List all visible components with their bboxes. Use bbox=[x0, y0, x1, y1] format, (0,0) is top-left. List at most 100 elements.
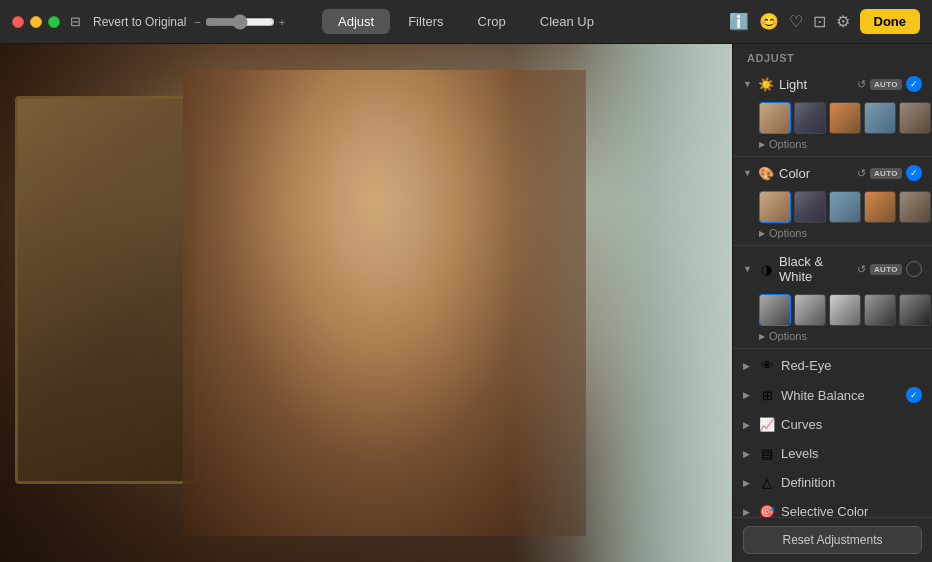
light-controls: ↺ AUTO ✓ bbox=[857, 76, 922, 92]
reset-adjustments-section: Reset Adjustments bbox=[733, 517, 932, 562]
sidebar-toggle-button[interactable]: ⊟ bbox=[70, 14, 81, 29]
definition-icon: △ bbox=[759, 475, 775, 490]
bw-thumb-3[interactable] bbox=[864, 294, 896, 326]
color-enabled-indicator[interactable]: ✓ bbox=[906, 165, 922, 181]
levels-label: Levels bbox=[781, 446, 922, 461]
section-bw-header[interactable]: ▼ ◑ Black & White ↺ AUTO bbox=[733, 248, 932, 290]
light-reset-icon[interactable]: ↺ bbox=[857, 78, 866, 91]
emoji-icon[interactable]: 😊 bbox=[759, 12, 779, 31]
color-thumb-2[interactable] bbox=[829, 191, 861, 223]
light-thumb-3[interactable] bbox=[864, 102, 896, 134]
color-icon: 🎨 bbox=[758, 166, 774, 181]
red-eye-item[interactable]: ▶ 👁 Red-Eye bbox=[733, 351, 932, 380]
traffic-lights bbox=[12, 16, 60, 28]
bw-chevron-icon: ▼ bbox=[743, 264, 753, 274]
main-content: ADJUST ▼ ☀️ Light ↺ AUTO ✓ bbox=[0, 44, 932, 562]
bw-options-label: Options bbox=[769, 330, 807, 342]
light-chevron-icon: ▼ bbox=[743, 79, 753, 89]
color-thumb-0[interactable] bbox=[759, 191, 791, 223]
done-button[interactable]: Done bbox=[860, 9, 921, 34]
light-thumbnails bbox=[733, 98, 932, 136]
export-icon[interactable]: ⊡ bbox=[813, 12, 826, 31]
section-light-header[interactable]: ▼ ☀️ Light ↺ AUTO ✓ bbox=[733, 70, 932, 98]
close-button[interactable] bbox=[12, 16, 24, 28]
red-eye-label: Red-Eye bbox=[781, 358, 922, 373]
color-thumbnails bbox=[733, 187, 932, 225]
bw-icon: ◑ bbox=[758, 262, 774, 277]
photo-image bbox=[0, 44, 732, 562]
color-thumb-3[interactable] bbox=[864, 191, 896, 223]
minimize-button[interactable] bbox=[30, 16, 42, 28]
adjust-list: ▼ ☀️ Light ↺ AUTO ✓ ▶ Options bbox=[733, 70, 932, 517]
levels-chevron-icon: ▶ bbox=[743, 449, 753, 459]
color-auto-badge[interactable]: AUTO bbox=[870, 168, 902, 179]
tab-adjust[interactable]: Adjust bbox=[322, 9, 390, 34]
red-eye-icon: 👁 bbox=[759, 358, 775, 373]
curves-chevron-icon: ▶ bbox=[743, 420, 753, 430]
color-controls: ↺ AUTO ✓ bbox=[857, 165, 922, 181]
divider-1 bbox=[733, 156, 932, 157]
light-options-row[interactable]: ▶ Options bbox=[733, 136, 932, 154]
titlebar-right: ℹ️ 😊 ♡ ⊡ ⚙ Done bbox=[729, 9, 921, 34]
curves-item[interactable]: ▶ 📈 Curves bbox=[733, 410, 932, 439]
nav-tabs: Adjust Filters Crop Clean Up bbox=[322, 9, 610, 34]
bw-thumb-2[interactable] bbox=[829, 294, 861, 326]
white-balance-chevron-icon: ▶ bbox=[743, 390, 753, 400]
color-label: Color bbox=[779, 166, 852, 181]
zoom-plus-icon: + bbox=[279, 16, 285, 28]
light-thumb-4[interactable] bbox=[899, 102, 931, 134]
bw-auto-badge[interactable]: AUTO bbox=[870, 264, 902, 275]
light-enabled-indicator[interactable]: ✓ bbox=[906, 76, 922, 92]
bw-thumb-0[interactable] bbox=[759, 294, 791, 326]
bw-label: Black & White bbox=[779, 254, 852, 284]
definition-label: Definition bbox=[781, 475, 922, 490]
light-options-chevron-icon: ▶ bbox=[759, 140, 765, 149]
color-thumb-4[interactable] bbox=[899, 191, 931, 223]
right-panel: ADJUST ▼ ☀️ Light ↺ AUTO ✓ bbox=[732, 44, 932, 562]
info-icon[interactable]: ℹ️ bbox=[729, 12, 749, 31]
red-eye-chevron-icon: ▶ bbox=[743, 361, 753, 371]
tab-crop[interactable]: Crop bbox=[462, 9, 522, 34]
light-thumb-2[interactable] bbox=[829, 102, 861, 134]
bw-enabled-indicator[interactable] bbox=[906, 261, 922, 277]
definition-item[interactable]: ▶ △ Definition bbox=[733, 468, 932, 497]
bw-thumb-1[interactable] bbox=[794, 294, 826, 326]
titlebar: ⊟ Revert to Original − + Adjust Filters … bbox=[0, 0, 932, 44]
divider-2 bbox=[733, 245, 932, 246]
levels-icon: ▤ bbox=[759, 446, 775, 461]
photo-area bbox=[0, 44, 732, 562]
color-reset-icon[interactable]: ↺ bbox=[857, 167, 866, 180]
panel-title: ADJUST bbox=[733, 44, 932, 70]
color-options-row[interactable]: ▶ Options bbox=[733, 225, 932, 243]
levels-item[interactable]: ▶ ▤ Levels bbox=[733, 439, 932, 468]
color-options-chevron-icon: ▶ bbox=[759, 229, 765, 238]
light-thumb-1[interactable] bbox=[794, 102, 826, 134]
definition-chevron-icon: ▶ bbox=[743, 478, 753, 488]
bw-options-row[interactable]: ▶ Options bbox=[733, 328, 932, 346]
curves-icon: 📈 bbox=[759, 417, 775, 432]
selective-color-item[interactable]: ▶ 🎯 Selective Color bbox=[733, 497, 932, 517]
light-options-label: Options bbox=[769, 138, 807, 150]
revert-button[interactable]: Revert to Original bbox=[93, 15, 186, 29]
tab-cleanup[interactable]: Clean Up bbox=[524, 9, 610, 34]
zoom-slider[interactable] bbox=[205, 14, 275, 30]
fullscreen-button[interactable] bbox=[48, 16, 60, 28]
bw-thumb-4[interactable] bbox=[899, 294, 931, 326]
bw-thumbnails bbox=[733, 290, 932, 328]
white-balance-icon: ⊞ bbox=[759, 388, 775, 403]
color-thumb-1[interactable] bbox=[794, 191, 826, 223]
bw-reset-icon[interactable]: ↺ bbox=[857, 263, 866, 276]
bw-options-chevron-icon: ▶ bbox=[759, 332, 765, 341]
section-color-header[interactable]: ▼ 🎨 Color ↺ AUTO ✓ bbox=[733, 159, 932, 187]
light-auto-badge[interactable]: AUTO bbox=[870, 79, 902, 90]
white-balance-label: White Balance bbox=[781, 388, 900, 403]
white-balance-item[interactable]: ▶ ⊞ White Balance ✓ bbox=[733, 380, 932, 410]
light-icon: ☀️ bbox=[758, 77, 774, 92]
gear-icon[interactable]: ⚙ bbox=[836, 12, 850, 31]
tab-filters[interactable]: Filters bbox=[392, 9, 459, 34]
divider-3 bbox=[733, 348, 932, 349]
reset-adjustments-button[interactable]: Reset Adjustments bbox=[743, 526, 922, 554]
light-thumb-0[interactable] bbox=[759, 102, 791, 134]
heart-icon[interactable]: ♡ bbox=[789, 12, 803, 31]
white-balance-badge: ✓ bbox=[906, 387, 922, 403]
